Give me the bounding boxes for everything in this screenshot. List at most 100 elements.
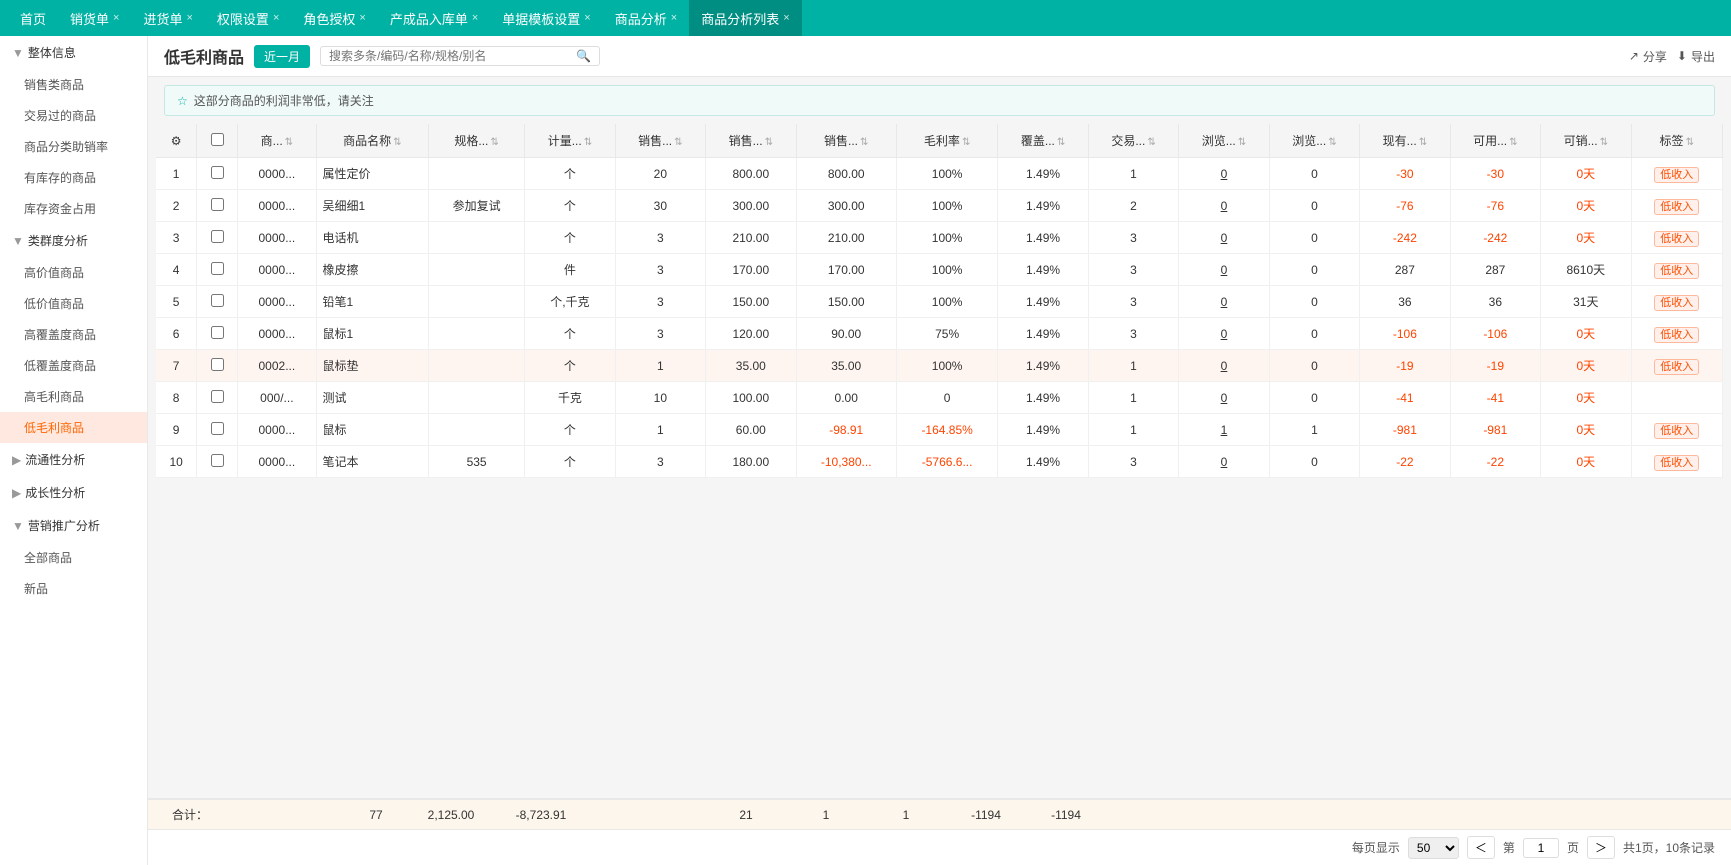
search-input[interactable] <box>329 49 576 63</box>
row-saleable-days: 0天 <box>1541 446 1631 478</box>
next-page-button[interactable]: ＞ <box>1587 836 1615 859</box>
nav-purchase-order[interactable]: 进货单 × <box>131 0 204 36</box>
row-checkbox[interactable] <box>197 350 238 382</box>
col-current-stock[interactable]: 现有...⇅ <box>1360 124 1450 158</box>
row-view1[interactable]: 0 <box>1179 286 1269 318</box>
sidebar-item-high-margin[interactable]: 高毛利商品 <box>0 381 147 412</box>
select-all-checkbox[interactable] <box>211 133 224 146</box>
sidebar-item-traded-products[interactable]: 交易过的商品 <box>0 100 147 131</box>
col-gross-margin[interactable]: 毛利率⇅ <box>896 124 997 158</box>
row-checkbox[interactable] <box>197 382 238 414</box>
close-icon[interactable]: × <box>359 12 365 24</box>
col-saleable-days[interactable]: 可销...⇅ <box>1541 124 1631 158</box>
sidebar-group-overall[interactable]: ▼ 整体信息 <box>0 36 147 69</box>
row-select-checkbox[interactable] <box>211 230 224 243</box>
sidebar-item-stocked-products[interactable]: 有库存的商品 <box>0 162 147 193</box>
row-checkbox[interactable] <box>197 414 238 446</box>
per-page-select[interactable]: 50 100 200 <box>1408 837 1459 859</box>
close-icon[interactable]: × <box>273 12 279 24</box>
row-checkbox[interactable] <box>197 286 238 318</box>
sidebar-item-inventory-capital[interactable]: 库存资金占用 <box>0 193 147 224</box>
filter-recent-month-button[interactable]: 近一月 <box>254 45 310 68</box>
sidebar-item-low-value[interactable]: 低价值商品 <box>0 288 147 319</box>
close-icon[interactable]: × <box>186 12 192 24</box>
row-select-checkbox[interactable] <box>211 390 224 403</box>
nav-template-settings[interactable]: 单据模板设置 × <box>490 0 602 36</box>
row-view1[interactable]: 0 <box>1179 254 1269 286</box>
row-view1[interactable]: 0 <box>1179 318 1269 350</box>
col-spec[interactable]: 规格...⇅ <box>429 124 525 158</box>
row-view1[interactable]: 0 <box>1179 158 1269 190</box>
nav-product-inbound[interactable]: 产成品入库单 × <box>378 0 490 36</box>
row-index: 4 <box>156 254 197 286</box>
row-view1[interactable]: 0 <box>1179 222 1269 254</box>
col-view2[interactable]: 浏览...⇅ <box>1269 124 1359 158</box>
nav-product-analysis-list[interactable]: 商品分析列表 × <box>689 0 801 36</box>
col-coverage[interactable]: 覆盖...⇅ <box>998 124 1088 158</box>
close-icon[interactable]: × <box>671 12 677 24</box>
col-view1[interactable]: 浏览...⇅ <box>1179 124 1269 158</box>
col-sales-price[interactable]: 销售...⇅ <box>706 124 796 158</box>
share-button[interactable]: ↗ 分享 <box>1629 48 1667 65</box>
sidebar-item-low-margin[interactable]: 低毛利商品 <box>0 412 147 443</box>
col-settings[interactable]: ⚙ <box>156 124 197 158</box>
row-checkbox[interactable] <box>197 318 238 350</box>
sidebar-group-growth[interactable]: ▶ 成长性分析 <box>0 476 147 509</box>
sidebar-group-liquidity[interactable]: ▶ 流通性分析 <box>0 443 147 476</box>
sidebar-item-low-coverage[interactable]: 低覆盖度商品 <box>0 350 147 381</box>
row-sales-price: 60.00 <box>706 414 796 446</box>
col-sales-count[interactable]: 销售...⇅ <box>615 124 705 158</box>
sidebar-item-sales-products[interactable]: 销售类商品 <box>0 69 147 100</box>
row-view1[interactable]: 0 <box>1179 382 1269 414</box>
sidebar-item-all-products[interactable]: 全部商品 <box>0 542 147 573</box>
row-select-checkbox[interactable] <box>211 422 224 435</box>
col-name[interactable]: 商品名称⇅ <box>316 124 429 158</box>
row-view1[interactable]: 0 <box>1179 350 1269 382</box>
row-unit: 个 <box>525 414 615 446</box>
nav-role-auth[interactable]: 角色授权 × <box>291 0 377 36</box>
row-checkbox[interactable] <box>197 190 238 222</box>
row-select-checkbox[interactable] <box>211 262 224 275</box>
col-sales-amount[interactable]: 销售...⇅ <box>796 124 896 158</box>
row-checkbox[interactable] <box>197 222 238 254</box>
sidebar-group-cluster[interactable]: ▼ 类群度分析 <box>0 224 147 257</box>
row-unit: 个,千克 <box>525 286 615 318</box>
row-checkbox[interactable] <box>197 446 238 478</box>
row-select-checkbox[interactable] <box>211 294 224 307</box>
nav-home[interactable]: 首页 <box>8 0 58 36</box>
row-sales-amount: 210.00 <box>796 222 896 254</box>
export-button[interactable]: ⬇ 导出 <box>1677 48 1715 65</box>
close-icon[interactable]: × <box>113 12 119 24</box>
row-available-stock: -19 <box>1450 350 1540 382</box>
close-icon[interactable]: × <box>472 12 478 24</box>
close-icon[interactable]: × <box>783 12 789 24</box>
row-saleable-days: 0天 <box>1541 382 1631 414</box>
nav-permission-settings[interactable]: 权限设置 × <box>205 0 291 36</box>
row-checkbox[interactable] <box>197 158 238 190</box>
nav-product-analysis[interactable]: 商品分析 × <box>603 0 689 36</box>
sidebar-item-high-coverage[interactable]: 高覆盖度商品 <box>0 319 147 350</box>
col-code[interactable]: 商...⇅ <box>238 124 316 158</box>
page-number-input[interactable] <box>1523 838 1559 858</box>
row-checkbox[interactable] <box>197 254 238 286</box>
row-view1[interactable]: 1 <box>1179 414 1269 446</box>
prev-page-button[interactable]: ＜ <box>1467 836 1495 859</box>
col-trade-count[interactable]: 交易...⇅ <box>1088 124 1178 158</box>
nav-sales-order[interactable]: 销货单 × <box>58 0 131 36</box>
row-select-checkbox[interactable] <box>211 326 224 339</box>
col-tag[interactable]: 标签⇅ <box>1631 124 1722 158</box>
row-select-checkbox[interactable] <box>211 358 224 371</box>
close-icon[interactable]: × <box>584 12 590 24</box>
sidebar-item-new-products[interactable]: 新品 <box>0 573 147 604</box>
pagination-bar: 每页显示 50 100 200 ＜ 第 页 ＞ 共1页，10条记录 <box>148 829 1731 865</box>
row-view1[interactable]: 0 <box>1179 446 1269 478</box>
row-select-checkbox[interactable] <box>211 166 224 179</box>
sidebar-group-marketing[interactable]: ▼ 营销推广分析 <box>0 509 147 542</box>
row-view1[interactable]: 0 <box>1179 190 1269 222</box>
row-select-checkbox[interactable] <box>211 454 224 467</box>
row-select-checkbox[interactable] <box>211 198 224 211</box>
sidebar-item-high-value[interactable]: 高价值商品 <box>0 257 147 288</box>
col-unit[interactable]: 计量...⇅ <box>525 124 615 158</box>
col-available-stock[interactable]: 可用...⇅ <box>1450 124 1540 158</box>
sidebar-item-category-sales-rate[interactable]: 商品分类助销率 <box>0 131 147 162</box>
